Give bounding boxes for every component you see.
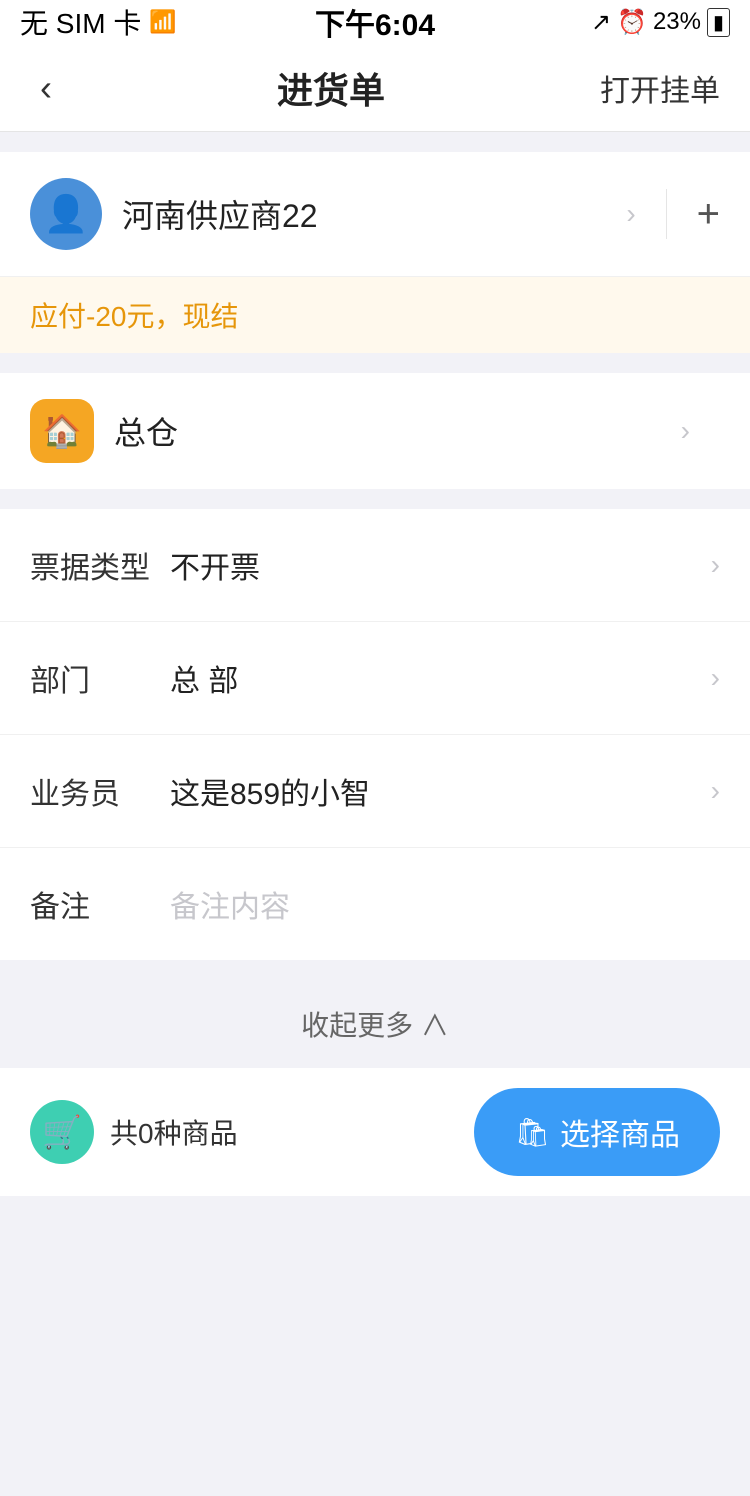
bottom-bar: 🛒 共0种商品 🛍 选择商品	[0, 1068, 750, 1196]
warehouse-row[interactable]: 🏠 总仓 ›	[0, 373, 750, 489]
vertical-divider	[666, 189, 667, 239]
remark-row[interactable]: 备注 备注内容	[0, 848, 750, 960]
remark-label: 备注	[30, 882, 150, 926]
battery-text: 23%	[653, 8, 701, 36]
status-time: 下午6:04	[315, 0, 435, 44]
department-label: 部门	[30, 656, 150, 700]
supplier-avatar: 👤	[30, 178, 102, 250]
supplier-name: 河南供应商22	[122, 191, 626, 237]
open-pending-button[interactable]: 打开挂单	[600, 66, 720, 110]
gray-area	[0, 1196, 750, 1496]
supplier-row[interactable]: 👤 河南供应商22 › +	[0, 152, 750, 277]
form-section: 票据类型 不开票 › 部门 总 部 › 业务员 这是859的小智 › 备注 备注…	[0, 509, 750, 960]
department-value: 总 部	[150, 656, 711, 700]
product-icon-wrap: 🛒	[30, 1100, 94, 1164]
warehouse-icon: 🏠	[42, 412, 82, 450]
department-row[interactable]: 部门 总 部 ›	[0, 622, 750, 735]
section-gap-1	[0, 132, 750, 152]
invoice-type-value: 不开票	[150, 543, 711, 587]
invoice-type-row[interactable]: 票据类型 不开票 ›	[0, 509, 750, 622]
salesperson-row[interactable]: 业务员 这是859的小智 ›	[0, 735, 750, 848]
department-chevron-icon: ›	[711, 662, 720, 694]
nav-bar: ‹ 进货单 打开挂单	[0, 44, 750, 132]
warehouse-name: 总仓	[114, 408, 681, 454]
add-supplier-button[interactable]: +	[697, 192, 720, 237]
status-carrier: 无 SIM 卡 📶	[20, 2, 177, 42]
product-count-wrap: 🛒 共0种商品	[30, 1100, 238, 1164]
salesperson-value: 这是859的小智	[150, 769, 711, 813]
supplier-section: 👤 河南供应商22 › + 应付-20元，现结	[0, 152, 750, 353]
wifi-icon: 📶	[149, 9, 176, 35]
carrier-text: 无 SIM 卡	[20, 2, 141, 42]
invoice-type-label: 票据类型	[30, 543, 150, 587]
select-product-button[interactable]: 🛍 选择商品	[474, 1088, 720, 1176]
invoice-type-chevron-icon: ›	[711, 549, 720, 581]
select-product-label: 选择商品	[560, 1110, 680, 1154]
select-product-icon: 🛍	[514, 1116, 550, 1149]
notice-bar: 应付-20元，现结	[0, 277, 750, 353]
supplier-chevron-icon: ›	[626, 198, 635, 230]
alarm-icon: ⏰	[617, 8, 647, 37]
page-title: 进货单	[277, 62, 385, 114]
product-bag-icon: 🛒	[42, 1113, 82, 1151]
location-icon: ↗	[591, 8, 611, 37]
warehouse-icon-wrap: 🏠	[30, 399, 94, 463]
collapse-toggle-button[interactable]: 收起更多 ∧	[0, 980, 750, 1068]
back-button[interactable]: ‹	[30, 57, 62, 119]
salesperson-chevron-icon: ›	[711, 775, 720, 807]
notice-text: 应付-20元，现结	[30, 301, 238, 332]
status-bar: 无 SIM 卡 📶 下午6:04 ↗ ⏰ 23% ▮	[0, 0, 750, 44]
avatar-icon: 👤	[44, 193, 89, 235]
product-count-text: 共0种商品	[110, 1112, 238, 1152]
salesperson-label: 业务员	[30, 769, 150, 813]
battery-icon: ▮	[707, 8, 730, 37]
warehouse-chevron-icon: ›	[681, 415, 690, 447]
collapse-toggle-text: 收起更多 ∧	[301, 1010, 449, 1041]
status-right: ↗ ⏰ 23% ▮	[591, 8, 730, 37]
remark-placeholder: 备注内容	[150, 882, 720, 926]
